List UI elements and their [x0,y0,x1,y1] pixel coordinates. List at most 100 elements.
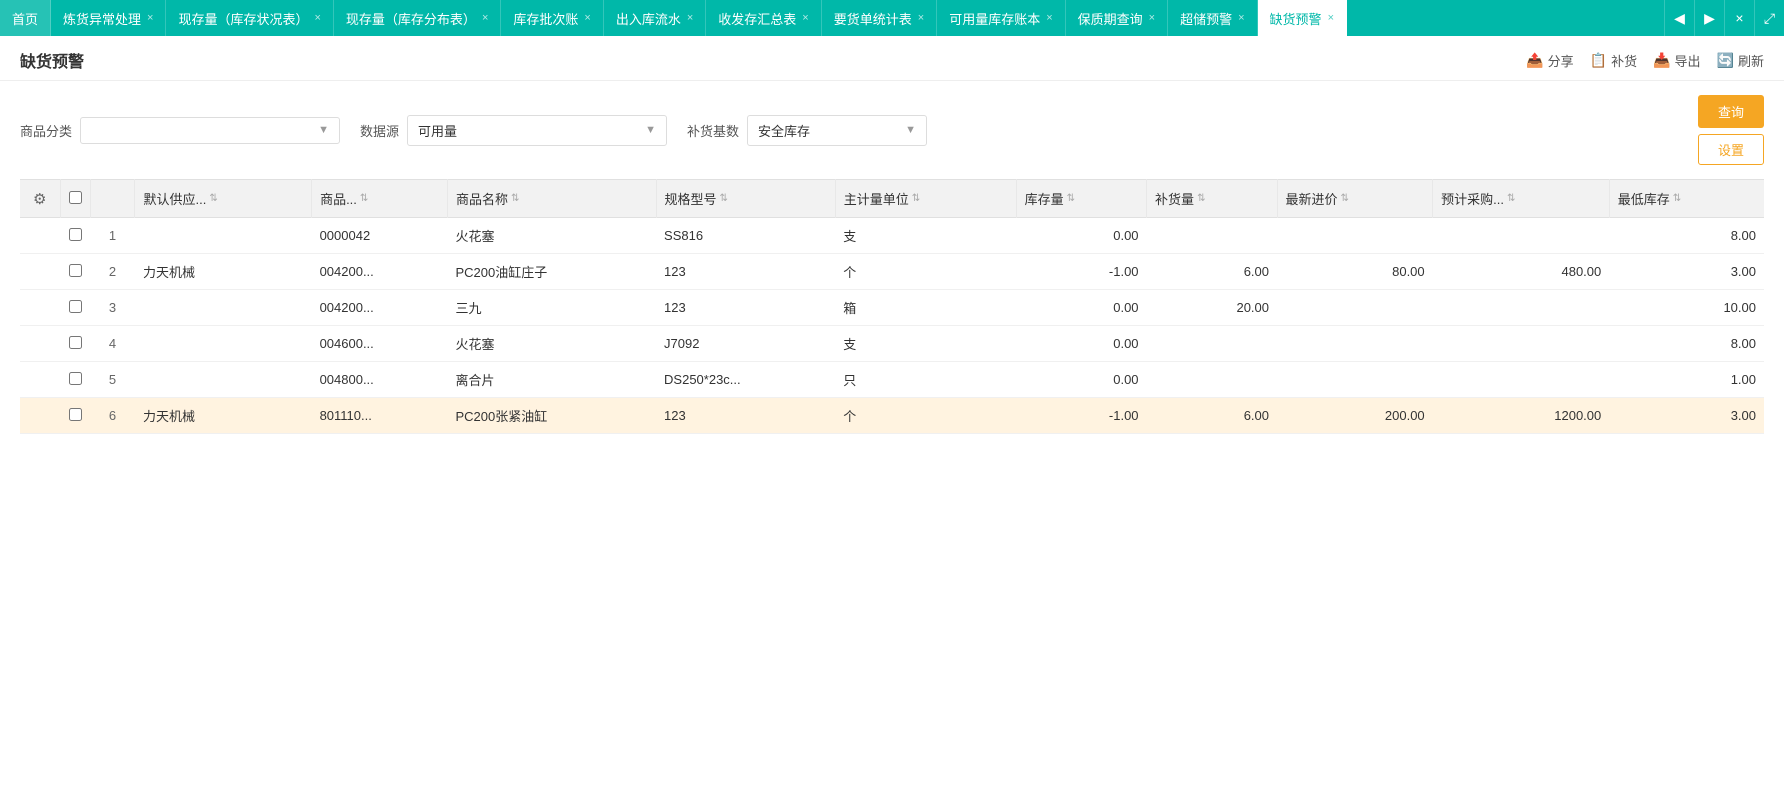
replenish-select-value: 安全库存 [758,121,897,140]
table-row: 1 0000042 火花塞 SS816 支 0.00 8.00 [20,218,1764,254]
datasource-filter-group: 数据源 可用量 ▼ [360,115,667,146]
table-row: 3 004200... 三九 123 箱 0.00 20.00 10.00 [20,290,1764,326]
gear-icon[interactable]: ⚙ [33,191,46,208]
sort-icon-est-purchase: ⇅ [1507,193,1515,204]
category-select[interactable]: ▼ [80,117,340,144]
row-checkbox-5[interactable] [69,408,82,421]
nav-tab-1[interactable]: 炼货异常处理 × [51,0,166,36]
row-code-2: 004200... [312,290,448,326]
row-checkbox-cell-2 [60,290,90,326]
row-num-0: 1 [90,218,135,254]
close-tab-11[interactable]: × [1328,12,1334,24]
nav-tab-7[interactable]: 要货单统计表 × [822,0,937,36]
nav-tab-6[interactable]: 收发存汇总表 × [706,0,821,36]
settings-button[interactable]: 设置 [1698,134,1764,165]
th-stock[interactable]: 库存量 ⇅ [1016,180,1146,218]
category-select-value [91,123,310,138]
nav-tab-4[interactable]: 库存批次账 × [501,0,603,36]
th-num [90,180,135,218]
th-name[interactable]: 商品名称 ⇅ [447,180,656,218]
nav-arrows: ◀ ▶ × ⤢ [1664,0,1784,36]
close-tab-10[interactable]: × [1238,12,1244,24]
row-checkbox-3[interactable] [69,336,82,349]
sort-icon-unit: ⇅ [912,193,920,204]
row-unit-4: 只 [835,362,1016,398]
row-spec-0: SS816 [656,218,835,254]
th-replenish[interactable]: 补货量 ⇅ [1147,180,1277,218]
row-num-4: 5 [90,362,135,398]
th-unit[interactable]: 主计量单位 ⇅ [835,180,1016,218]
row-stock-2: 0.00 [1016,290,1146,326]
datasource-label: 数据源 [360,121,399,140]
replenish-label: 补货基数 [687,121,739,140]
th-spec[interactable]: 规格型号 ⇅ [656,180,835,218]
nav-tab-5[interactable]: 出入库流水 × [604,0,706,36]
row-num-1: 2 [90,254,135,290]
row-latest-price-4 [1277,362,1433,398]
refresh-button[interactable]: 🔄 刷新 [1717,51,1764,70]
row-name-4: 离合片 [447,362,656,398]
nav-next-arrow[interactable]: ▶ [1694,0,1724,36]
close-tab-5[interactable]: × [687,12,693,24]
nav-tab-9[interactable]: 保质期查询 × [1066,0,1168,36]
nav-prev-arrow[interactable]: ◀ [1664,0,1694,36]
close-tab-3[interactable]: × [482,12,488,24]
row-checkbox-cell-5 [60,398,90,434]
replenish-icon: 📋 [1590,52,1607,69]
nav-tab-3[interactable]: 现存量（库存分布表） × [334,0,501,36]
row-code-1: 004200... [312,254,448,290]
row-code-0: 0000042 [312,218,448,254]
export-button[interactable]: 📥 导出 [1653,51,1700,70]
row-code-3: 004600... [312,326,448,362]
row-min-stock-0: 8.00 [1609,218,1764,254]
row-est-purchase-4 [1433,362,1610,398]
nav-close-all[interactable]: × [1724,0,1754,36]
close-tab-8[interactable]: × [1046,12,1052,24]
close-tab-4[interactable]: × [584,12,590,24]
row-latest-price-0 [1277,218,1433,254]
row-gear-1 [20,254,60,290]
row-checkbox-0[interactable] [69,228,82,241]
row-checkbox-1[interactable] [69,264,82,277]
row-replenish-5: 6.00 [1147,398,1277,434]
nav-tab-11[interactable]: 缺货预警 × [1258,0,1347,36]
datasource-select[interactable]: 可用量 ▼ [407,115,667,146]
row-latest-price-5: 200.00 [1277,398,1433,434]
table-row: 6 力天机械 801110... PC200张紧油缸 123 个 -1.00 6… [20,398,1764,434]
th-checkbox [60,180,90,218]
row-gear-0 [20,218,60,254]
row-est-purchase-5: 1200.00 [1433,398,1610,434]
category-label: 商品分类 [20,121,72,140]
th-code[interactable]: 商品... ⇅ [312,180,448,218]
nav-expand[interactable]: ⤢ [1754,0,1784,36]
table-header-row: ⚙ 默认供应... ⇅ 商品... [20,180,1764,218]
th-latest-price[interactable]: 最新进价 ⇅ [1277,180,1433,218]
row-code-5: 801110... [312,398,448,434]
nav-tab-home[interactable]: 首页 [0,0,51,36]
nav-tab-8[interactable]: 可用量库存账本 × [937,0,1065,36]
sort-icon-supplier: ⇅ [209,193,217,204]
close-tab-7[interactable]: × [918,12,924,24]
th-supplier[interactable]: 默认供应... ⇅ [135,180,312,218]
replenish-button[interactable]: 📋 补货 [1590,51,1637,70]
close-tab-6[interactable]: × [802,12,808,24]
th-est-purchase[interactable]: 预计采购... ⇅ [1433,180,1610,218]
th-min-stock[interactable]: 最低库存 ⇅ [1609,180,1764,218]
replenish-select[interactable]: 安全库存 ▼ [747,115,927,146]
row-unit-2: 箱 [835,290,1016,326]
row-unit-1: 个 [835,254,1016,290]
nav-tab-2[interactable]: 现存量（库存状况表） × [166,0,333,36]
close-tab-2[interactable]: × [314,12,320,24]
select-all-checkbox[interactable] [69,191,82,204]
close-tab-9[interactable]: × [1149,12,1155,24]
row-checkbox-4[interactable] [69,372,82,385]
row-checkbox-2[interactable] [69,300,82,313]
query-button[interactable]: 查询 [1698,95,1764,128]
row-est-purchase-2 [1433,290,1610,326]
row-gear-4 [20,362,60,398]
nav-tab-10[interactable]: 超储预警 × [1168,0,1257,36]
close-tab-1[interactable]: × [147,12,153,24]
share-button[interactable]: 📤 分享 [1526,51,1573,70]
sort-icon-stock: ⇅ [1067,193,1075,204]
row-supplier-5: 力天机械 [135,398,312,434]
